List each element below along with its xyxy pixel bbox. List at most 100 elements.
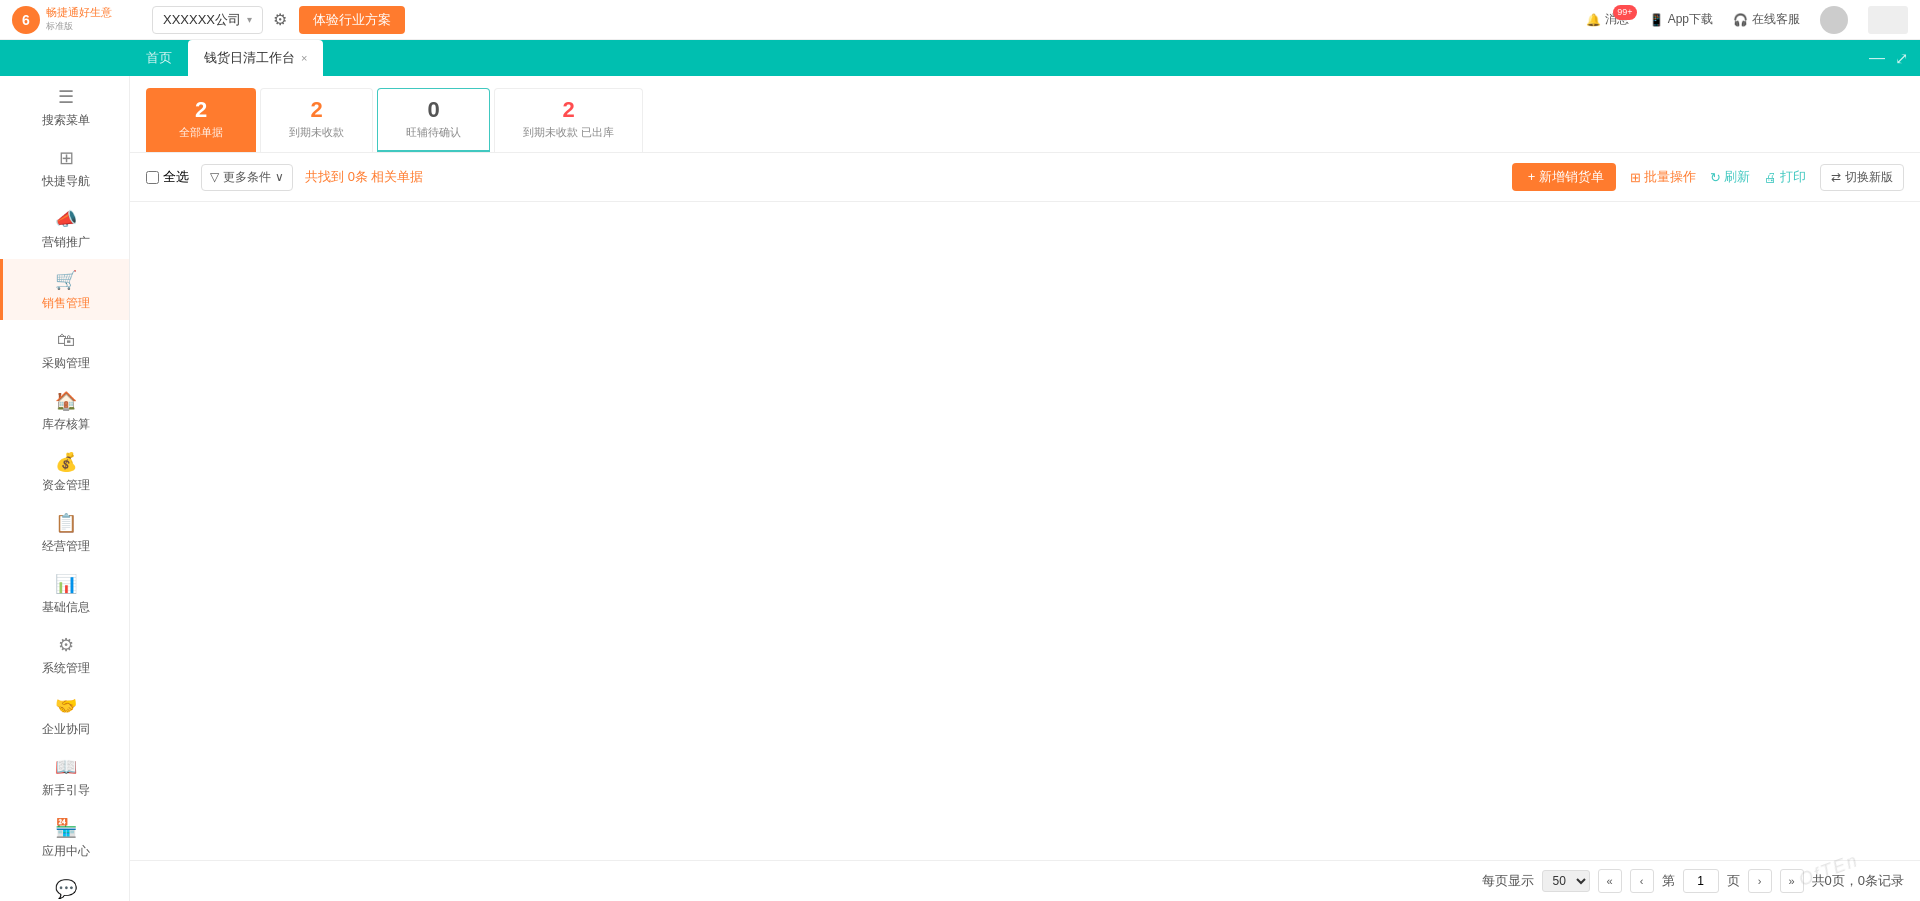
- wechat-icon: 💬: [55, 878, 77, 900]
- per-page-select[interactable]: 50: [1542, 870, 1590, 892]
- sidebar-item-operations[interactable]: 📋 经营管理: [0, 502, 129, 563]
- minimize-icon[interactable]: —: [1869, 49, 1885, 67]
- stats-tab-wangfu[interactable]: 0 旺辅待确认: [377, 88, 490, 152]
- stats-all-label: 全部单据: [179, 125, 223, 140]
- filter-button[interactable]: ▽ 更多条件 ∨: [201, 164, 293, 191]
- header-right: 🔔 消息 99+ 📱 App下载 🎧 在线客服: [1586, 6, 1908, 34]
- maximize-icon[interactable]: ⤢: [1895, 49, 1908, 68]
- tab-money-daily[interactable]: 钱货日清工作台 ×: [188, 40, 323, 76]
- select-all-checkbox[interactable]: 全选: [146, 168, 189, 186]
- sidebar-item-collab[interactable]: 🤝 企业协同: [0, 685, 129, 746]
- found-suffix: 相关单据: [371, 169, 423, 184]
- refresh-icon: ↻: [1710, 170, 1721, 185]
- sidebar-label-inventory: 库存核算: [42, 416, 90, 433]
- headset-icon: 🎧: [1733, 13, 1748, 27]
- user-name[interactable]: [1868, 6, 1908, 34]
- sidebar-item-system[interactable]: ⚙ 系统管理: [0, 624, 129, 685]
- logo-text: 畅捷通好生意 标准版: [46, 6, 112, 32]
- select-all-input[interactable]: [146, 171, 159, 184]
- company-name: XXXXXX公司: [163, 11, 241, 29]
- sidebar-label-finance: 资金管理: [42, 477, 90, 494]
- basics-icon: 📊: [55, 573, 77, 595]
- print-icon: 🖨: [1764, 170, 1777, 185]
- page-number-input[interactable]: [1683, 869, 1719, 893]
- sidebar-item-sales[interactable]: 🛒 销售管理: [0, 259, 129, 320]
- stats-tabs: 2 全部单据 2 到期未收款 0 旺辅待确认 2 到期未收款 已出库: [130, 76, 1920, 153]
- filter-label: 更多条件: [223, 169, 271, 186]
- tab-window-actions: — ⤢: [1869, 49, 1920, 68]
- print-button[interactable]: 🖨 打印: [1764, 168, 1806, 186]
- app-download-button[interactable]: 📱 App下载: [1649, 11, 1713, 28]
- guide-icon: 📖: [55, 756, 77, 778]
- sidebar-label-basics: 基础信息: [42, 599, 90, 616]
- stats-tab-overdue-shipped[interactable]: 2 到期未收款 已出库: [494, 88, 643, 152]
- print-label: 打印: [1780, 168, 1806, 186]
- sidebar-item-wechat[interactable]: 💬 企业微信: [0, 868, 129, 901]
- logo-icon: 6: [12, 6, 40, 34]
- online-service-button[interactable]: 🎧 在线客服: [1733, 11, 1800, 28]
- settings-button[interactable]: ⚙: [273, 10, 287, 29]
- stats-tab-all[interactable]: 2 全部单据: [146, 88, 256, 152]
- company-selector[interactable]: XXXXXX公司 ▾: [152, 6, 263, 34]
- messages-button[interactable]: 🔔 消息 99+: [1586, 11, 1629, 28]
- sales-icon: 🛒: [55, 269, 77, 291]
- sidebar-label-operations: 经营管理: [42, 538, 90, 555]
- switch-version-button[interactable]: ⇄ 切换新版: [1820, 164, 1904, 191]
- sidebar-item-finance[interactable]: 💰 资金管理: [0, 441, 129, 502]
- tab-close-icon[interactable]: ×: [301, 52, 307, 64]
- stats-wangfu-count: 0: [427, 97, 439, 123]
- sidebar-item-quick-nav[interactable]: ⊞ 快捷导航: [0, 137, 129, 198]
- prev-page-button[interactable]: ‹: [1630, 869, 1654, 893]
- sidebar-item-inventory[interactable]: 🏠 库存核算: [0, 380, 129, 441]
- trial-button[interactable]: 体验行业方案: [299, 6, 405, 34]
- download-icon: 📱: [1649, 13, 1664, 27]
- bell-icon: 🔔: [1586, 13, 1601, 27]
- total-info: 共0页，0条记录: [1812, 872, 1904, 890]
- select-all-label: 全选: [163, 168, 189, 186]
- pagination: 每页显示 50 « ‹ 第 页 › » 共0页，0条记录: [130, 860, 1920, 901]
- sidebar-label-purchase: 采购管理: [42, 355, 90, 372]
- switch-version-label: 切换新版: [1845, 169, 1893, 186]
- sidebar-item-app-center[interactable]: 🏪 应用中心: [0, 807, 129, 868]
- stats-overdue-label: 到期未收款: [289, 125, 344, 140]
- sidebar-item-basics[interactable]: 📊 基础信息: [0, 563, 129, 624]
- purchase-icon: 🛍: [57, 330, 75, 351]
- switch-icon: ⇄: [1831, 170, 1841, 184]
- new-sale-button[interactable]: + 新增销货单: [1512, 163, 1616, 191]
- sidebar: ☰ 搜索菜单 ⊞ 快捷导航 📣 营销推广 🛒 销售管理 🛍 采购管理 🏠 库存核…: [0, 76, 130, 901]
- sidebar-item-purchase[interactable]: 🛍 采购管理: [0, 320, 129, 380]
- online-service-label: 在线客服: [1752, 11, 1800, 28]
- sidebar-label-sales: 销售管理: [42, 295, 90, 312]
- new-sale-label: + 新增销货单: [1528, 168, 1604, 186]
- batch-ops-button[interactable]: ⊞ 批量操作: [1630, 168, 1696, 186]
- stats-tab-overdue[interactable]: 2 到期未收款: [260, 88, 373, 152]
- refresh-button[interactable]: ↻ 刷新: [1710, 168, 1750, 186]
- batch-ops-label: 批量操作: [1644, 168, 1696, 186]
- app-center-icon: 🏪: [55, 817, 77, 839]
- inventory-icon: 🏠: [55, 390, 77, 412]
- filter-icon: ▽: [210, 170, 219, 184]
- last-page-button[interactable]: »: [1780, 869, 1804, 893]
- first-page-button[interactable]: «: [1598, 869, 1622, 893]
- toolbar-right: + 新增销货单 ⊞ 批量操作 ↻ 刷新 🖨 打印 ⇄ 切换新版: [1512, 163, 1904, 191]
- sidebar-label-quick-nav: 快捷导航: [42, 173, 90, 190]
- company-dropdown-arrow: ▾: [247, 14, 252, 25]
- sidebar-label-guide: 新手引导: [42, 782, 90, 799]
- system-icon: ⚙: [58, 634, 74, 656]
- tab-home[interactable]: 首页: [130, 40, 188, 76]
- refresh-label: 刷新: [1724, 168, 1750, 186]
- sidebar-label-search: 搜索菜单: [42, 112, 90, 129]
- sidebar-item-marketing[interactable]: 📣 营销推广: [0, 198, 129, 259]
- avatar[interactable]: [1820, 6, 1848, 34]
- next-page-button[interactable]: ›: [1748, 869, 1772, 893]
- found-prefix: 共找到: [305, 169, 344, 184]
- stats-all-count: 2: [195, 97, 207, 123]
- search-menu-icon: ☰: [58, 86, 74, 108]
- stats-overdue-count: 2: [310, 97, 322, 123]
- stats-wangfu-label: 旺辅待确认: [406, 125, 461, 140]
- page-label: 第: [1662, 872, 1675, 890]
- filter-arrow: ∨: [275, 170, 284, 184]
- sidebar-item-search[interactable]: ☰ 搜索菜单: [0, 76, 129, 137]
- messages-badge: 99+: [1613, 5, 1636, 20]
- sidebar-item-guide[interactable]: 📖 新手引导: [0, 746, 129, 807]
